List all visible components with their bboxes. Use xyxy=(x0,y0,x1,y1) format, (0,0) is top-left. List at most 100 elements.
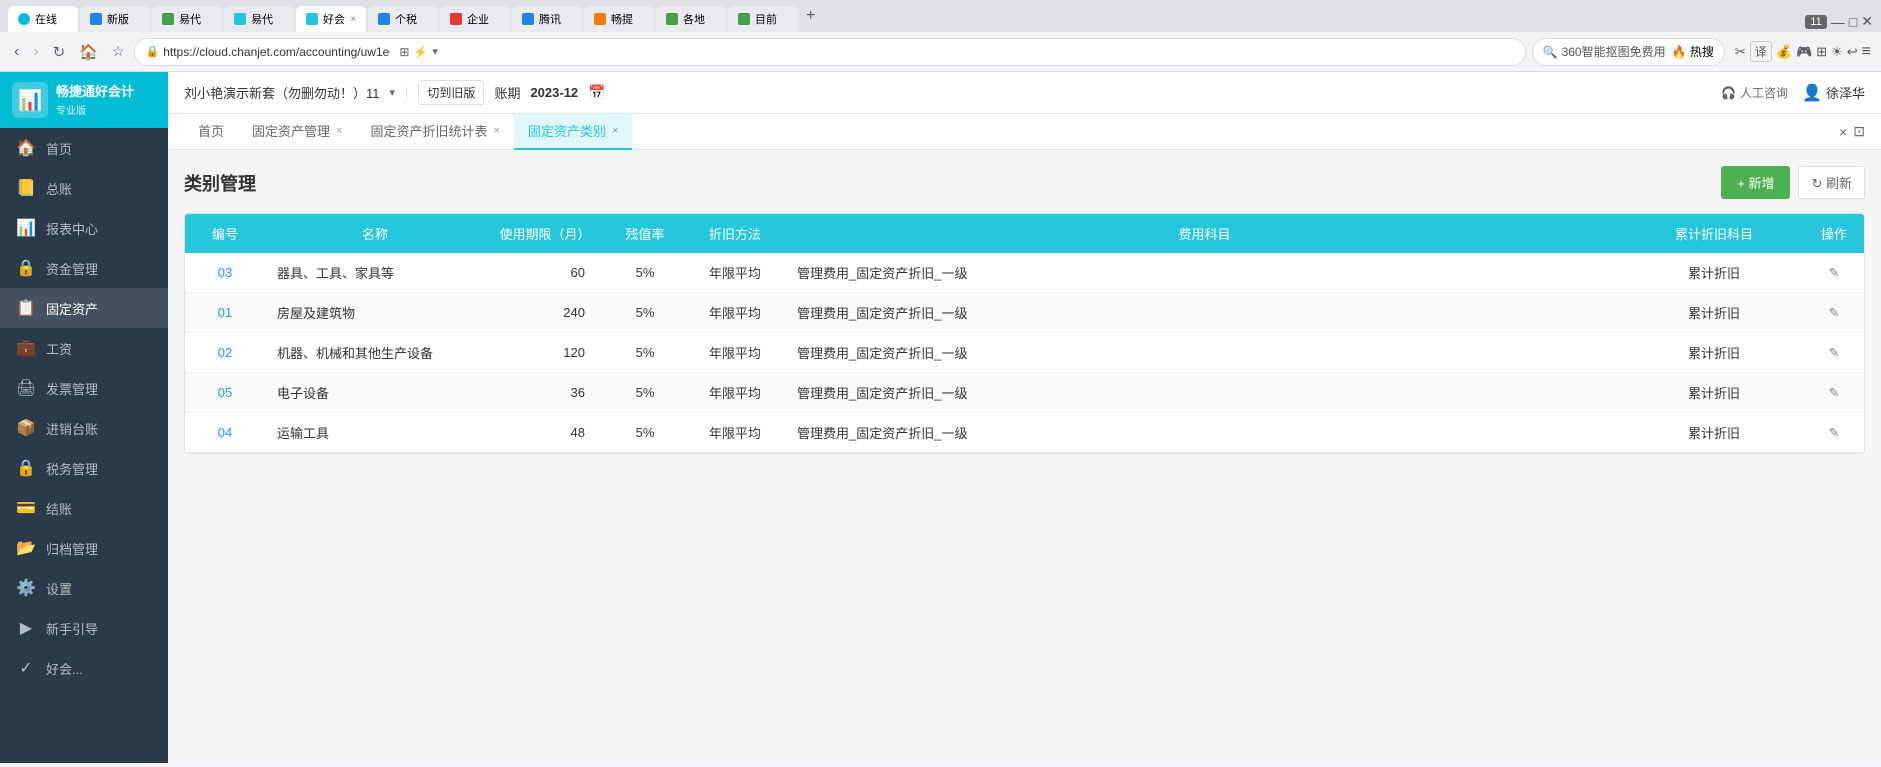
cell-period: 60 xyxy=(485,253,605,293)
table-row: 02机器、机械和其他生产设备1205%年限平均管理费用_固定资产折旧_一级累计折… xyxy=(185,333,1864,373)
settings-icon: ⚙️ xyxy=(16,578,36,598)
content-tab-home[interactable]: 首页 xyxy=(184,114,238,150)
window-minimize[interactable]: — xyxy=(1831,14,1845,30)
switch-version-button[interactable]: 切到旧版 xyxy=(418,80,484,105)
sidebar-item-payroll[interactable]: 💼 工资 xyxy=(0,328,168,368)
browser-tab-new[interactable]: 新版 xyxy=(80,6,150,32)
support-link[interactable]: 🎧 人工咨询 xyxy=(1721,84,1788,101)
add-button[interactable]: + 新增 xyxy=(1721,166,1790,199)
browser-tab-muqian[interactable]: 目前 xyxy=(728,6,798,32)
content-tab-fixed-assets-mgmt[interactable]: 固定资产管理 × xyxy=(238,114,356,150)
browser-tab-enterprise[interactable]: 企业 xyxy=(440,6,510,32)
home-icon: 🏠 xyxy=(16,138,36,158)
browser-tab-yidai1[interactable]: 易代 xyxy=(152,6,222,32)
cell-name: 房屋及建筑物 xyxy=(265,293,485,333)
header-right-actions: 🎧 人工咨询 👤 徐泽华 xyxy=(1721,83,1865,103)
content-tab-depreciation-stats[interactable]: 固定资产折旧统计表 × xyxy=(356,114,513,150)
sidebar-item-inventory[interactable]: 📦 进销台账 xyxy=(0,408,168,448)
tab-close-haohui[interactable]: × xyxy=(350,14,356,25)
cell-accum: 累计折旧 xyxy=(1624,413,1804,453)
cell-code: 01 xyxy=(185,293,265,333)
logo-title: 畅捷通好会计 xyxy=(56,83,134,101)
company-dropdown-icon[interactable]: ▾ xyxy=(390,86,396,99)
sidebar-item-invoices[interactable]: 🖨 发票管理 xyxy=(0,368,168,408)
sidebar-label-funds: 资金管理 xyxy=(46,259,98,278)
sidebar-item-home[interactable]: 🏠 首页 xyxy=(0,128,168,168)
ledger-icon: 📒 xyxy=(16,178,36,198)
user-info[interactable]: 👤 徐泽华 xyxy=(1802,83,1865,103)
cell-accum: 累计折旧 xyxy=(1624,253,1804,293)
page-actions: + 新增 ↻ 刷新 xyxy=(1721,166,1865,199)
guide-icon: ▶ xyxy=(16,618,36,638)
fixed-assets-icon: 📋 xyxy=(16,298,36,318)
table-row: 05电子设备365%年限平均管理费用_固定资产折旧_一级累计折旧✎ xyxy=(185,373,1864,413)
sidebar-item-fixed-assets[interactable]: 📋 固定资产 xyxy=(0,288,168,328)
nav-back[interactable]: ‹ xyxy=(10,39,23,65)
table-row: 01房屋及建筑物2405%年限平均管理费用_固定资产折旧_一级累计折旧✎ xyxy=(185,293,1864,333)
new-tab-button[interactable]: + xyxy=(800,7,821,25)
cell-method: 年限平均 xyxy=(685,373,785,413)
tab-close-depreciation[interactable]: × xyxy=(493,125,499,137)
cell-method: 年限平均 xyxy=(685,333,785,373)
sidebar-item-funds[interactable]: 🔒 资金管理 xyxy=(0,248,168,288)
sidebar-logo: 📊 畅捷通好会计 专业版 xyxy=(0,72,168,128)
window-close[interactable]: ✕ xyxy=(1861,13,1873,30)
browser-tab-yidai2[interactable]: 易代 xyxy=(224,6,294,32)
nav-reload[interactable]: ↻ xyxy=(49,39,70,65)
nav-home[interactable]: 🏠 xyxy=(75,39,102,65)
cell-action[interactable]: ✎ xyxy=(1804,333,1864,373)
cell-action[interactable]: ✎ xyxy=(1804,253,1864,293)
cell-rate: 5% xyxy=(605,373,685,413)
cell-action[interactable]: ✎ xyxy=(1804,293,1864,333)
sidebar-item-ledger[interactable]: 📒 总账 xyxy=(0,168,168,208)
sidebar-item-reports[interactable]: 📊 报表中心 xyxy=(0,208,168,248)
browser-tab-gedi[interactable]: 各地 xyxy=(656,6,726,32)
th-expense: 费用科目 xyxy=(785,214,1624,253)
th-code: 编号 xyxy=(185,214,265,253)
table-row: 04运输工具485%年限平均管理费用_固定资产折旧_一级累计折旧✎ xyxy=(185,413,1864,453)
address-bar-container[interactable]: 🔒 https://cloud.chanjet.com/accounting/u… xyxy=(134,38,1525,66)
menu-icon[interactable]: ≡ xyxy=(1862,43,1871,61)
browser-tab-tencent[interactable]: 腾讯 xyxy=(512,6,582,32)
translate-icon[interactable]: 译 xyxy=(1750,41,1772,62)
content-tab-asset-category[interactable]: 固定资产类别 × xyxy=(514,114,632,150)
funds-icon: 🔒 xyxy=(16,258,36,278)
tab-close-category[interactable]: × xyxy=(612,125,618,137)
sidebar-label-ledger: 总账 xyxy=(46,179,72,198)
brightness-icon[interactable]: ☀ xyxy=(1831,44,1843,60)
sidebar-item-settings[interactable]: ⚙️ 设置 xyxy=(0,568,168,608)
nav-forward[interactable]: › xyxy=(29,39,42,65)
cell-action[interactable]: ✎ xyxy=(1804,413,1864,453)
undo-icon[interactable]: ↩ xyxy=(1847,44,1858,60)
cut-icon[interactable]: ✂ xyxy=(1735,44,1746,60)
browser-tab-tax[interactable]: 个税 xyxy=(368,6,438,32)
window-maximize[interactable]: □ xyxy=(1849,14,1857,30)
sidebar-item-archive[interactable]: 📂 归档管理 xyxy=(0,528,168,568)
th-name: 名称 xyxy=(265,214,485,253)
browser-tab-online[interactable]: 在线 xyxy=(8,6,78,32)
tab-collapse-button[interactable]: × xyxy=(1839,124,1847,140)
grid-icon[interactable]: ⊞ xyxy=(1816,44,1827,60)
tab-close-fixed-mgmt[interactable]: × xyxy=(336,125,342,137)
search-bar[interactable]: 🔍 360智能抠图免费用 🔥 热搜 xyxy=(1532,38,1725,66)
refresh-button[interactable]: ↻ 刷新 xyxy=(1798,166,1865,199)
tax-icon: 🔒 xyxy=(16,458,36,478)
cell-code: 05 xyxy=(185,373,265,413)
browser-tab-haohui[interactable]: 好会 × xyxy=(296,6,366,32)
sidebar-item-tax[interactable]: 🔒 税务管理 xyxy=(0,448,168,488)
address-text: https://cloud.chanjet.com/accounting/uw1… xyxy=(163,45,389,59)
sidebar-item-checkout[interactable]: 💳 结账 xyxy=(0,488,168,528)
sidebar-item-more[interactable]: ✓ 好会... xyxy=(0,648,168,688)
sidebar-item-guide[interactable]: ▶ 新手引导 xyxy=(0,608,168,648)
cell-name: 电子设备 xyxy=(265,373,485,413)
cell-action[interactable]: ✎ xyxy=(1804,373,1864,413)
address-dropdown[interactable]: ▾ xyxy=(432,45,438,58)
tab-expand-button[interactable]: ⊡ xyxy=(1853,123,1865,140)
nav-bookmark[interactable]: ☆ xyxy=(108,39,129,64)
sidebar-label-guide: 新手引导 xyxy=(46,619,98,638)
wallet-icon[interactable]: 💰 xyxy=(1776,44,1792,60)
game-icon[interactable]: 🎮 xyxy=(1796,44,1812,60)
invoices-icon: 🖨 xyxy=(16,378,36,398)
calendar-icon[interactable]: 📅 xyxy=(588,84,605,101)
browser-tab-changtui[interactable]: 畅提 xyxy=(584,6,654,32)
